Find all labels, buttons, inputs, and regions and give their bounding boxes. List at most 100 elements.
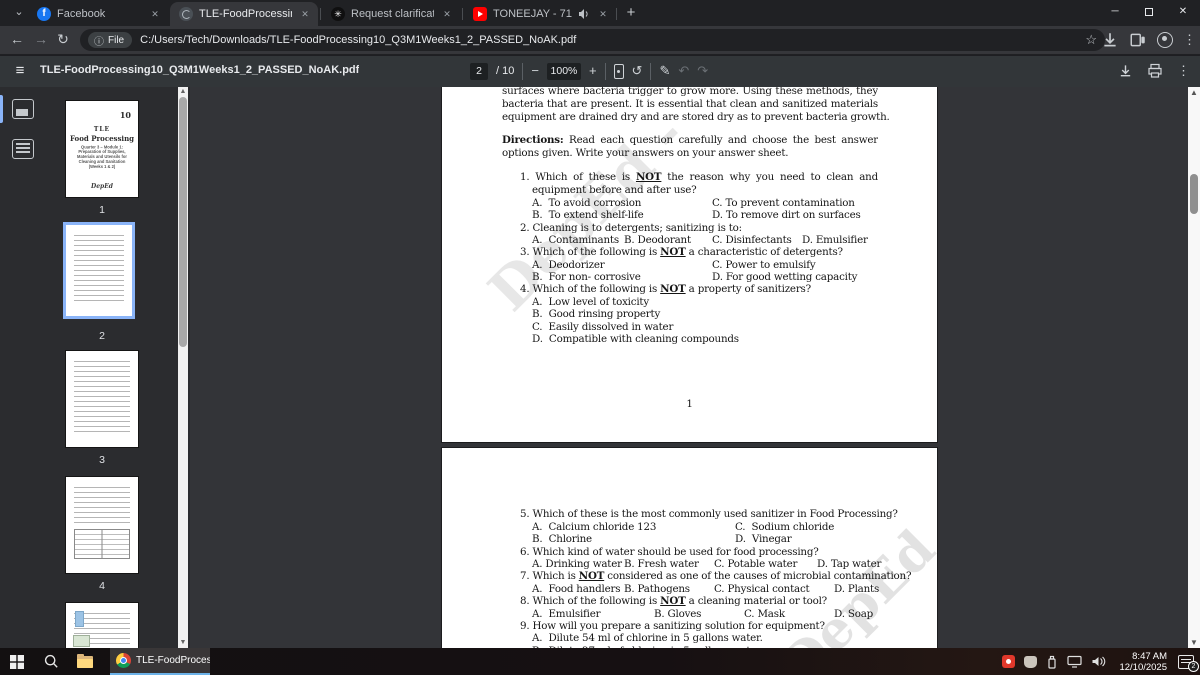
page-thumbnail-label: 2 [99, 330, 105, 342]
profile-avatar-icon[interactable] [1157, 32, 1173, 48]
pdf-text-line: 9. How will you prepare a sanitizing sol… [520, 620, 825, 632]
close-icon[interactable]: ✕ [596, 7, 610, 21]
pdf-text-line: 8. Which of the following is NOT a clean… [520, 595, 828, 607]
tab-title: TONEEJAY - 711 (Lyrics), Rh [493, 8, 572, 20]
taskbar-clock[interactable]: 8:47 AM 12/10/2025 [1115, 651, 1167, 673]
pdf-text-line: surfaces where bacteria trigger to grow … [502, 87, 878, 97]
speaker-icon[interactable] [1091, 655, 1106, 668]
clock-time: 8:47 AM [1132, 650, 1167, 662]
address-bar[interactable]: ⓘ File C:/Users/Tech/Downloads/TLE-FoodP… [80, 29, 1105, 51]
zoom-out-button[interactable]: − [531, 62, 539, 80]
usb-device-icon[interactable] [1046, 655, 1058, 669]
pdf-download-icon[interactable] [1118, 63, 1133, 79]
pdf-text-line: B. Deodorant [624, 234, 691, 246]
toolbar-right: ⋮ [1101, 29, 1196, 51]
pdf-text-line: D. Vinegar [735, 533, 792, 545]
pdf-viewer: 10 TLE Food Processing Quarter 3 – Module 1… [0, 87, 1200, 648]
page-thumbnail[interactable] [66, 603, 138, 648]
divider [604, 62, 606, 80]
tab-search-button[interactable]: ⌄ [8, 4, 30, 22]
zoom-in-button[interactable]: + [589, 62, 597, 80]
close-icon[interactable]: ✕ [298, 7, 312, 21]
sidebar-scroll-thumb[interactable] [179, 97, 187, 347]
pdf-controls: 2 / 10 − 100% + ↺ ✎ ↶ ↷ [470, 61, 708, 81]
network-display-icon[interactable] [1067, 655, 1083, 668]
tab-pdf[interactable]: TLE-FoodProcessing10_Q3M1W ✕ [170, 2, 318, 26]
download-icon[interactable] [1101, 31, 1119, 49]
close-icon[interactable]: ✕ [440, 7, 454, 21]
sidebar-scrollbar[interactable]: ▲ ▼ [178, 87, 188, 648]
tab-audio-icon[interactable] [578, 8, 590, 20]
reload-button[interactable]: ↻ [52, 29, 74, 51]
pdf-text-line: A. Dilute 54 ml of chlorine in 5 gallons… [532, 632, 763, 644]
scroll-down-icon[interactable]: ▼ [1188, 637, 1200, 648]
taskbar: TLE-FoodProcessin... 8:47 AM 12/10/2025 [0, 648, 1200, 675]
page-thumbnail[interactable] [66, 477, 138, 573]
outline-panel-icon[interactable] [12, 139, 34, 159]
pdf-toolbar: ≡ TLE-FoodProcessing10_Q3M1Weeks1_2_PASS… [0, 56, 1200, 87]
taskbar-search-button[interactable] [34, 648, 68, 675]
tab-chatgpt[interactable]: ✳ Request clarification on task ✕ [322, 2, 460, 26]
scroll-up-icon[interactable]: ▲ [178, 87, 188, 97]
start-button[interactable] [0, 648, 34, 675]
annotate-icon[interactable]: ✎ [659, 62, 670, 80]
scroll-up-icon[interactable]: ▲ [1188, 87, 1200, 98]
facebook-icon: f [37, 7, 51, 21]
notification-badge: 2 [1188, 660, 1199, 672]
bookmark-star-icon[interactable]: ☆ [1085, 32, 1097, 48]
pdf-menu-icon[interactable]: ≡ [10, 61, 30, 81]
undo-icon[interactable]: ↶ [678, 62, 689, 80]
pdf-text-line: D. For good wetting capacity [712, 271, 858, 283]
page-thumbnail[interactable] [66, 351, 138, 447]
tray-app-icon[interactable] [1002, 655, 1016, 668]
rotate-icon[interactable]: ↺ [632, 62, 643, 80]
pdf-text-line: options given. Write your answers on you… [502, 147, 789, 159]
new-tab-button[interactable]: + [620, 3, 642, 23]
tab-youtube[interactable]: TONEEJAY - 711 (Lyrics), Rh ✕ [464, 2, 616, 26]
forward-button[interactable]: → [30, 29, 52, 51]
main-scrollbar[interactable]: ▲ ▼ [1188, 87, 1200, 648]
pdf-text-line: A. Low level of toxicity [532, 296, 649, 308]
tab-divider [462, 8, 463, 20]
pdf-text-line: C. To prevent contamination [712, 197, 855, 209]
pdf-more-icon[interactable]: ⋮ [1177, 62, 1190, 80]
zoom-level[interactable]: 100% [546, 62, 581, 80]
taskbar-app-label: TLE-FoodProcessin... [136, 655, 210, 666]
maximize-icon [1145, 8, 1153, 16]
pdf-text-line: B. Good rinsing property [532, 308, 661, 320]
browser-menu-icon[interactable]: ⋮ [1183, 30, 1196, 50]
close-icon[interactable]: ✕ [148, 7, 162, 21]
tab-strip: ⌄ f Facebook ✕ TLE-FoodProcessing10_Q3M1… [0, 0, 1200, 26]
notification-center-button[interactable]: 2 [1178, 654, 1199, 672]
page-thumbnail-label: 1 [99, 204, 105, 216]
tray-app2-icon[interactable] [1024, 655, 1038, 668]
maximize-button[interactable] [1132, 0, 1166, 26]
thumbnails-panel-icon[interactable] [12, 99, 34, 119]
file-chip-label: File [108, 34, 125, 46]
back-button[interactable]: ← [6, 29, 28, 51]
tab-facebook[interactable]: f Facebook ✕ [28, 2, 168, 26]
pdf-text-line: A. Emulsifier [532, 608, 601, 620]
file-chip[interactable]: ⓘ File [88, 32, 133, 48]
scroll-down-icon[interactable]: ▼ [178, 638, 188, 648]
search-icon [44, 654, 58, 668]
tab-title: Request clarification on task [351, 8, 434, 20]
pdf-text-line: A. To avoid corrosion [532, 197, 642, 209]
close-window-button[interactable]: ✕ [1166, 0, 1200, 26]
main-scroll-thumb[interactable] [1190, 174, 1198, 214]
pdf-text-line: Directions: Read each question carefully… [502, 134, 878, 146]
page-thumbnail[interactable] [63, 222, 135, 319]
taskbar-chrome-button[interactable]: TLE-FoodProcessin... [110, 648, 210, 675]
print-icon[interactable] [1147, 63, 1163, 79]
pdf-text-line: D. To remove dirt on surfaces [712, 209, 861, 221]
minimize-button[interactable]: ─ [1098, 0, 1132, 26]
extensions-icon[interactable] [1129, 31, 1147, 49]
pdf-text-line: D. Soap [834, 608, 874, 620]
redo-icon[interactable]: ↷ [697, 62, 708, 80]
system-tray: 8:47 AM 12/10/2025 2 [1002, 648, 1200, 675]
file-explorer-button[interactable] [68, 648, 102, 675]
page-thumbnail[interactable]: 10 TLE Food Processing Quarter 3 – Module 1… [66, 101, 138, 197]
page-number-input[interactable]: 2 [470, 62, 488, 80]
pdf-text-line: 6. Which kind of water should be used fo… [520, 546, 819, 558]
fit-page-icon[interactable] [613, 63, 624, 79]
